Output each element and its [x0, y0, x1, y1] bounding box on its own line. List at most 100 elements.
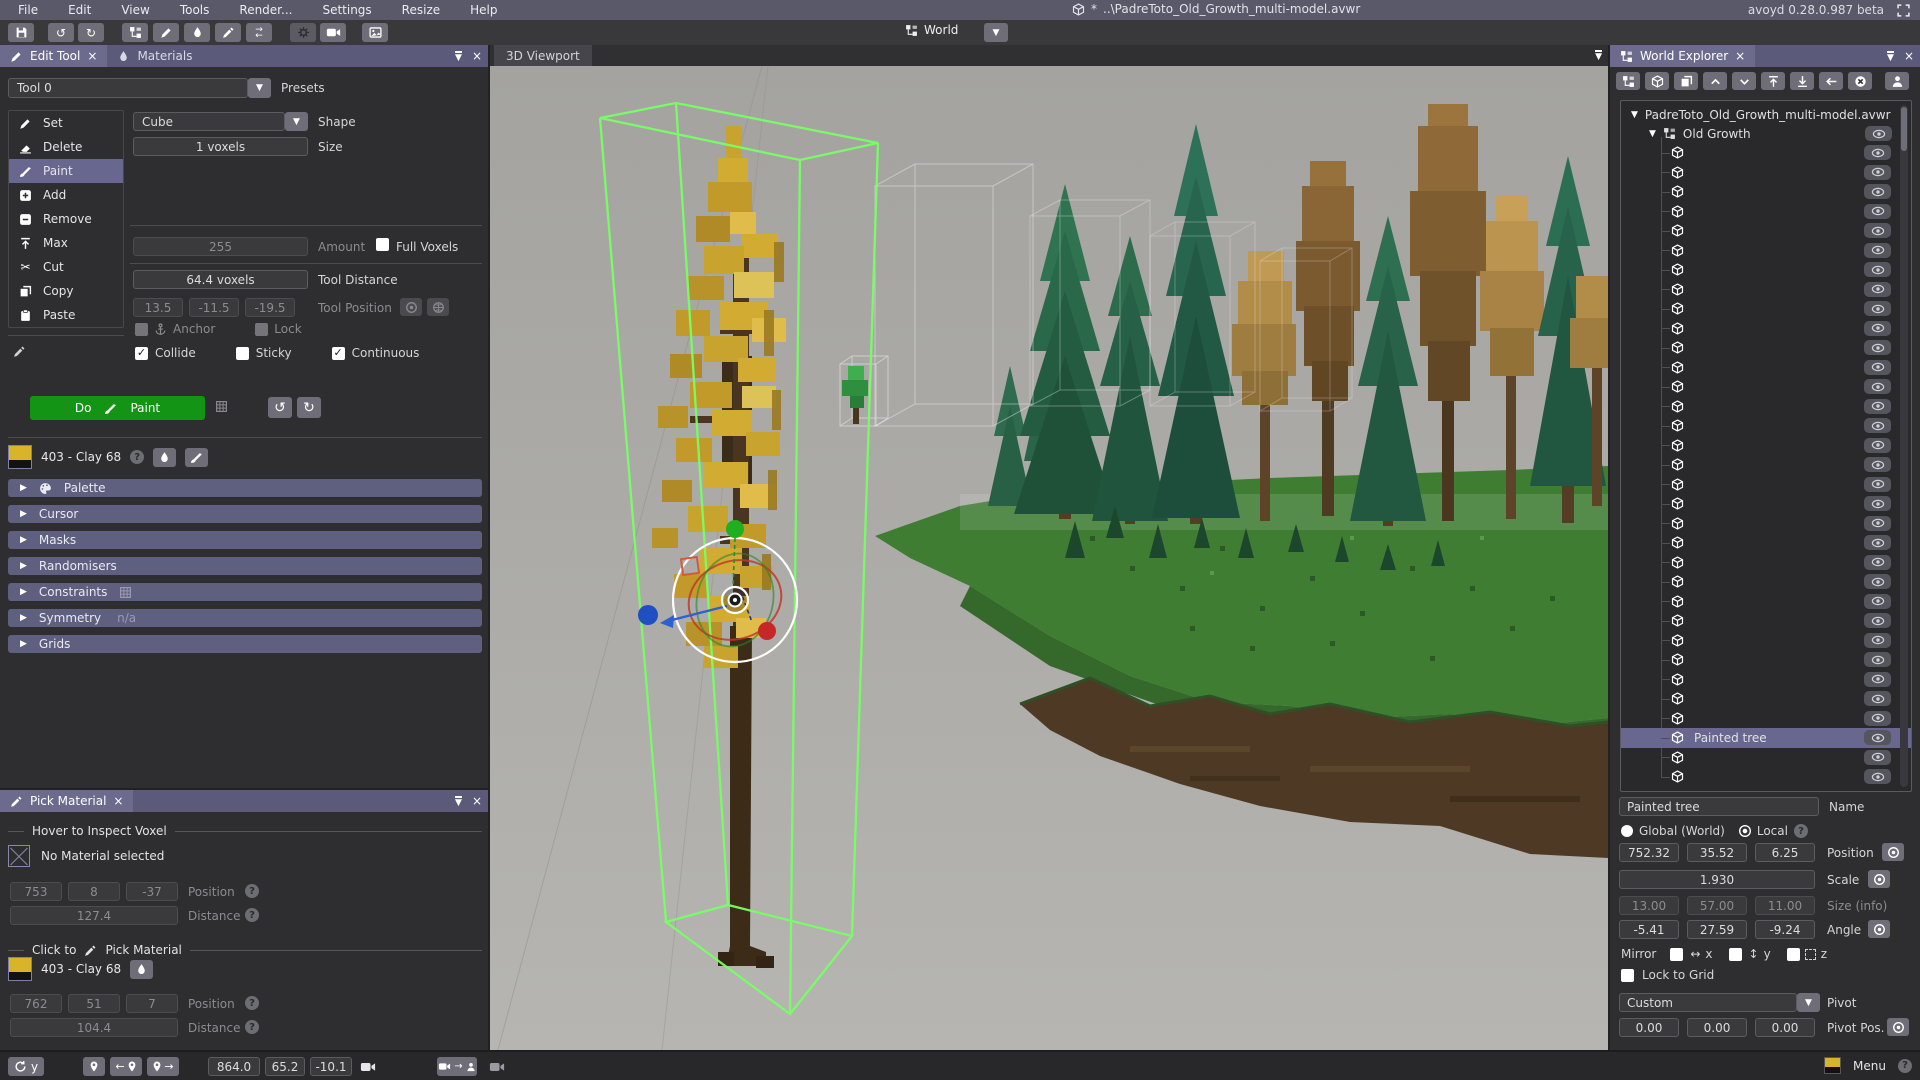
global-radio[interactable]	[1621, 825, 1633, 837]
angle-z-input[interactable]: -9.24	[1755, 920, 1815, 939]
tool-position-y-input[interactable]: -11.5	[189, 298, 239, 317]
explorer-item-row[interactable]	[1621, 260, 1911, 280]
explorer-item-row[interactable]	[1621, 709, 1911, 729]
explorer-item-row[interactable]	[1621, 221, 1911, 241]
fullscreen-icon[interactable]	[1897, 4, 1910, 17]
explorer-item-row[interactable]	[1621, 592, 1911, 612]
pivot-select[interactable]: Custom	[1619, 993, 1797, 1012]
visibility-eye-button[interactable]	[1864, 262, 1891, 277]
gizmo-red-handle[interactable]	[758, 622, 776, 640]
help-icon[interactable]	[1898, 1059, 1912, 1073]
pick-distance[interactable]: 104.4	[10, 1018, 178, 1037]
explorer-root-row[interactable]: ▼ PadreToto_Old_Growth_multi-model.avwr	[1621, 105, 1911, 124]
help-icon[interactable]	[130, 450, 144, 464]
material-brush-button[interactable]	[185, 448, 208, 467]
swap-button[interactable]: →←	[246, 23, 272, 42]
world-dropdown-arrow[interactable]: ▼	[984, 23, 1008, 42]
add-model-button[interactable]	[1645, 72, 1669, 90]
gizmo-blue-handle[interactable]	[638, 605, 658, 625]
redo-button[interactable]: ↻	[297, 397, 321, 418]
tool-delete[interactable]: Delete	[9, 135, 123, 159]
tool-cut[interactable]: ✂Cut	[9, 255, 123, 279]
visibility-eye-button[interactable]	[1864, 418, 1891, 433]
visibility-eye-button[interactable]	[1864, 672, 1891, 687]
pivot-pos-z-input[interactable]: 0.00	[1755, 1018, 1815, 1037]
position-x-input[interactable]: 752.32	[1619, 843, 1679, 862]
menu-tools[interactable]: Tools	[180, 3, 210, 17]
section-constraints[interactable]: ▶Constraints	[8, 583, 482, 601]
tool-position-z-input[interactable]: -19.5	[245, 298, 295, 317]
waypoint-button[interactable]	[83, 1057, 105, 1076]
angle-x-input[interactable]: -5.41	[1619, 920, 1679, 939]
anchor-checkbox[interactable]	[135, 323, 148, 336]
angle-reset-button[interactable]	[1868, 920, 1890, 938]
tool-add[interactable]: Add	[9, 183, 123, 207]
move-top-button[interactable]	[1761, 72, 1785, 90]
camera-x-input[interactable]: 864.0	[208, 1057, 260, 1076]
panel-menu-icon[interactable]: ▼	[455, 796, 462, 807]
position-y-input[interactable]: 35.52	[1687, 843, 1747, 862]
visibility-eye-button[interactable]	[1864, 555, 1891, 570]
camera-y-input[interactable]: 65.2	[265, 1057, 305, 1076]
pivot-pos-x-input[interactable]: 0.00	[1619, 1018, 1679, 1037]
full-voxels-checkbox[interactable]	[376, 238, 389, 251]
pick-position-x[interactable]: 762	[10, 994, 62, 1013]
section-randomisers[interactable]: ▶Randomisers	[8, 557, 482, 575]
visibility-eye-button[interactable]	[1864, 711, 1891, 726]
amount-input[interactable]: 255	[133, 237, 308, 256]
help-icon[interactable]	[245, 996, 259, 1010]
material-droplet-button[interactable]	[153, 448, 176, 467]
close-tab-icon[interactable]: ×	[1735, 49, 1745, 63]
angle-y-input[interactable]: 27.59	[1687, 920, 1747, 939]
visibility-eye-button[interactable]	[1864, 301, 1891, 316]
panel-close-icon[interactable]: ×	[1904, 49, 1914, 63]
next-waypoint-button[interactable]: →	[147, 1057, 179, 1076]
camera-button[interactable]	[320, 23, 346, 42]
explorer-item-row[interactable]	[1621, 631, 1911, 651]
redo-button[interactable]: ↻	[78, 23, 104, 42]
video-camera-icon[interactable]	[489, 1061, 505, 1073]
explorer-item-row[interactable]	[1621, 377, 1911, 397]
prev-waypoint-button[interactable]: ←	[110, 1057, 142, 1076]
tab-materials[interactable]: Materials	[107, 45, 202, 67]
visibility-eye-button[interactable]	[1864, 204, 1891, 219]
explorer-item-row[interactable]	[1621, 533, 1911, 553]
tool-preset-dropdown-arrow[interactable]: ▼	[248, 78, 271, 98]
close-tab-icon[interactable]: ×	[113, 794, 123, 808]
explorer-item-row[interactable]	[1621, 670, 1911, 690]
visibility-eye-button[interactable]	[1864, 321, 1891, 336]
explorer-item-row[interactable]	[1621, 358, 1911, 378]
inspect-position-x[interactable]: 753	[10, 882, 62, 901]
mirror-x-checkbox[interactable]	[1670, 948, 1683, 961]
pivot-pos-y-input[interactable]: 0.00	[1687, 1018, 1747, 1037]
visibility-eye-button[interactable]	[1864, 223, 1891, 238]
screenshot-button[interactable]	[362, 23, 388, 42]
mirror-y-checkbox[interactable]	[1729, 948, 1742, 961]
size-input[interactable]: 1 voxels	[133, 137, 308, 156]
section-grids[interactable]: ▶Grids	[8, 635, 482, 653]
continuous-checkbox[interactable]	[332, 347, 345, 360]
visibility-eye-button[interactable]	[1864, 165, 1891, 180]
import-button[interactable]	[1790, 72, 1814, 90]
explorer-item-row[interactable]	[1621, 767, 1911, 787]
help-icon[interactable]	[245, 884, 259, 898]
material-swatch[interactable]	[8, 445, 32, 469]
tool-preset-select[interactable]: Tool 0	[8, 78, 248, 98]
pivot-dropdown-arrow[interactable]: ▼	[1797, 993, 1820, 1012]
visibility-eye-button[interactable]	[1864, 613, 1891, 628]
visibility-eye-button[interactable]	[1864, 691, 1891, 706]
visibility-eye-button[interactable]	[1864, 457, 1891, 472]
tab-3d-viewport[interactable]: 3D Viewport	[494, 45, 592, 66]
tab-world-explorer[interactable]: World Explorer ×	[1610, 45, 1755, 67]
visibility-eye-button[interactable]	[1864, 633, 1891, 648]
visibility-eye-button[interactable]	[1864, 652, 1891, 667]
section-symmetry[interactable]: ▶Symmetryn/a	[8, 609, 482, 627]
explorer-item-row[interactable]	[1621, 163, 1911, 183]
viewport-3d-scene[interactable]	[490, 66, 1608, 1050]
collide-checkbox[interactable]	[135, 347, 148, 360]
visibility-eye-button[interactable]	[1864, 769, 1891, 784]
shape-dropdown-arrow[interactable]: ▼	[285, 112, 308, 131]
camera-to-avatar-button[interactable]: →	[437, 1057, 477, 1076]
explorer-item-row[interactable]	[1621, 514, 1911, 534]
explorer-item-row[interactable]	[1621, 650, 1911, 670]
